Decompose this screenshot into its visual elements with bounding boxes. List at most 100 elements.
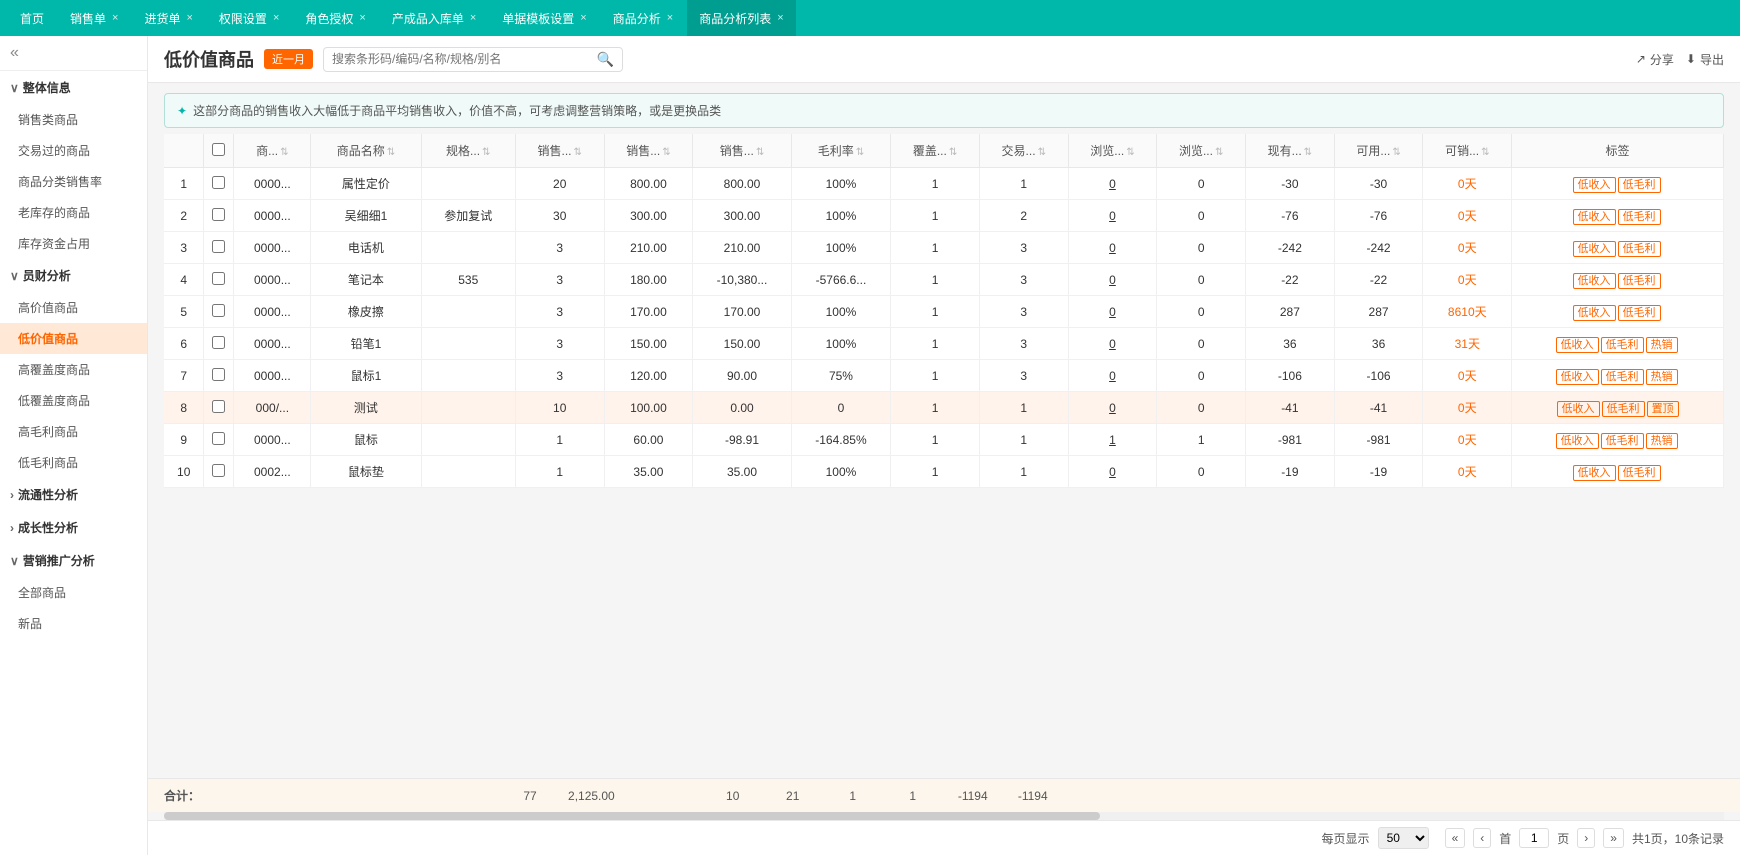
browse-link[interactable]: 1 (1109, 433, 1116, 447)
row-stock1: -30 (1246, 168, 1335, 200)
sidebar-item-low-margin[interactable]: 低毛利商品 (0, 447, 147, 478)
browse-link[interactable]: 0 (1109, 465, 1116, 479)
row-select-checkbox[interactable] (212, 304, 225, 317)
nav-template[interactable]: 单据模板设置 × (490, 0, 598, 36)
nav-product-in-close[interactable]: × (470, 12, 476, 24)
row-browse2: 0 (1157, 264, 1246, 296)
tag-badge: 热销 (1646, 337, 1678, 353)
select-all-checkbox[interactable] (212, 143, 225, 156)
row-select-checkbox[interactable] (212, 432, 225, 445)
row-select-checkbox[interactable] (212, 400, 225, 413)
total-info: 共1页，10条记录 (1632, 830, 1724, 847)
browse-link[interactable]: 0 (1109, 369, 1116, 383)
row-select-checkbox[interactable] (212, 208, 225, 221)
row-cover: 1 (891, 200, 980, 232)
row-spec (421, 232, 515, 264)
browse-link[interactable]: 0 (1109, 209, 1116, 223)
page-input[interactable] (1519, 828, 1549, 848)
nav-role-close[interactable]: × (359, 12, 365, 24)
row-sales3: 300.00 (693, 200, 791, 232)
nav-template-close[interactable]: × (580, 12, 586, 24)
sidebar-item-low-value[interactable]: 低价值商品 (0, 323, 147, 354)
row-spec (421, 392, 515, 424)
row-sales1: 3 (515, 232, 604, 264)
sidebar-group-marketing[interactable]: ∨ 营销推广分析 (0, 544, 147, 577)
tag-badge: 热销 (1646, 369, 1678, 385)
nav-product-in[interactable]: 产成品入库单 × (380, 0, 488, 36)
sidebar-item-high-coverage[interactable]: 高覆盖度商品 (0, 354, 147, 385)
per-page-select[interactable]: 50 100 (1378, 827, 1429, 849)
sidebar-group-financial[interactable]: ∨ 员财分析 (0, 259, 147, 292)
browse-link[interactable]: 0 (1109, 273, 1116, 287)
sidebar-group-overall[interactable]: ∨ 整体信息 (0, 71, 147, 104)
summary-stock2: -1194 (1003, 789, 1063, 803)
sidebar-item-new-goods[interactable]: 新品 (0, 608, 147, 639)
nav-analysis[interactable]: 商品分析 × (601, 0, 685, 36)
row-browse1: 0 (1068, 264, 1157, 296)
sidebar-item-high-margin[interactable]: 高毛利商品 (0, 416, 147, 447)
row-sales1: 3 (515, 328, 604, 360)
row-select-checkbox[interactable] (212, 272, 225, 285)
sidebar-group-growth[interactable]: › 成长性分析 (0, 511, 147, 544)
nav-analysis-close[interactable]: × (667, 12, 673, 24)
browse-link[interactable]: 0 (1109, 401, 1116, 415)
summary-values: 77 2,125.00 10 21 1 1 -1194 -1194 (220, 789, 1063, 803)
row-select-checkbox[interactable] (212, 176, 225, 189)
sidebar-item-low-coverage[interactable]: 低覆盖度商品 (0, 385, 147, 416)
table-row: 2 0000... 吴细细1 参加复试 30 300.00 300.00 100… (164, 200, 1724, 232)
browse-link[interactable]: 0 (1109, 241, 1116, 255)
nav-home[interactable]: 首页 (8, 0, 56, 36)
nav-analysis-list[interactable]: 商品分析列表 × (687, 0, 795, 36)
sidebar-group-flow[interactable]: › 流通性分析 (0, 478, 147, 511)
browse-link[interactable]: 0 (1109, 177, 1116, 191)
col-sales2: 销售...⇅ (604, 134, 693, 168)
nav-analysis-list-close[interactable]: × (777, 12, 783, 24)
sidebar-item-old-inventory[interactable]: 老库存的商品 (0, 197, 147, 228)
summary-browse2: 1 (883, 789, 943, 803)
row-browse2: 1 (1157, 424, 1246, 456)
tag-badge: 低收入 (1573, 209, 1616, 225)
sidebar-item-category-sales[interactable]: 商品分类销售率 (0, 166, 147, 197)
sidebar-collapse-btn[interactable]: « (6, 40, 23, 66)
prev-page-btn[interactable]: ‹ (1473, 828, 1491, 848)
row-num: 3 (164, 232, 204, 264)
sidebar-item-all-goods[interactable]: 全部商品 (0, 577, 147, 608)
sidebar-item-high-value[interactable]: 高价值商品 (0, 292, 147, 323)
sidebar-item-inventory-capital[interactable]: 库存资金占用 (0, 228, 147, 259)
browse-link[interactable]: 0 (1109, 337, 1116, 351)
row-select-checkbox[interactable] (212, 368, 225, 381)
row-days: 0天 (1423, 424, 1512, 456)
col-tags: 标签 (1512, 134, 1724, 168)
nav-permission[interactable]: 权限设置 × (207, 0, 291, 36)
first-page-btn[interactable]: « (1445, 828, 1466, 848)
row-stock2: -76 (1334, 200, 1423, 232)
nav-role[interactable]: 角色授权 × (293, 0, 377, 36)
browse-link[interactable]: 0 (1109, 305, 1116, 319)
summary-sales2: 2,125.00 (560, 789, 623, 803)
nav-permission-close[interactable]: × (273, 12, 279, 24)
nav-sales[interactable]: 销售单 × (58, 0, 130, 36)
next-page-btn[interactable]: › (1577, 828, 1595, 848)
row-select-checkbox[interactable] (212, 336, 225, 349)
row-select-checkbox[interactable] (212, 464, 225, 477)
share-btn[interactable]: ↗ 分享 (1636, 51, 1674, 68)
tag-badge: 低毛利 (1601, 337, 1644, 353)
row-browse2: 0 (1157, 168, 1246, 200)
last-page-btn[interactable]: » (1603, 828, 1624, 848)
tag-badge: 低毛利 (1618, 465, 1661, 481)
tag-badge: 低收入 (1573, 465, 1616, 481)
row-select-checkbox[interactable] (212, 240, 225, 253)
nav-purchase[interactable]: 进货单 × (132, 0, 204, 36)
row-checkbox (204, 424, 234, 456)
row-tags: 低收入低毛利热销 (1512, 424, 1724, 456)
row-checkbox (204, 168, 234, 200)
summary-cover: 10 (703, 789, 763, 803)
nav-purchase-close[interactable]: × (186, 12, 192, 24)
row-days: 0天 (1423, 200, 1512, 232)
search-input[interactable] (332, 52, 597, 66)
sidebar-item-sales-goods[interactable]: 销售类商品 (0, 104, 147, 135)
nav-sales-close[interactable]: × (112, 12, 118, 24)
export-btn[interactable]: ⬇ 导出 (1686, 51, 1724, 68)
sidebar-item-traded-goods[interactable]: 交易过的商品 (0, 135, 147, 166)
time-filter-btn[interactable]: 近一月 (264, 49, 313, 69)
